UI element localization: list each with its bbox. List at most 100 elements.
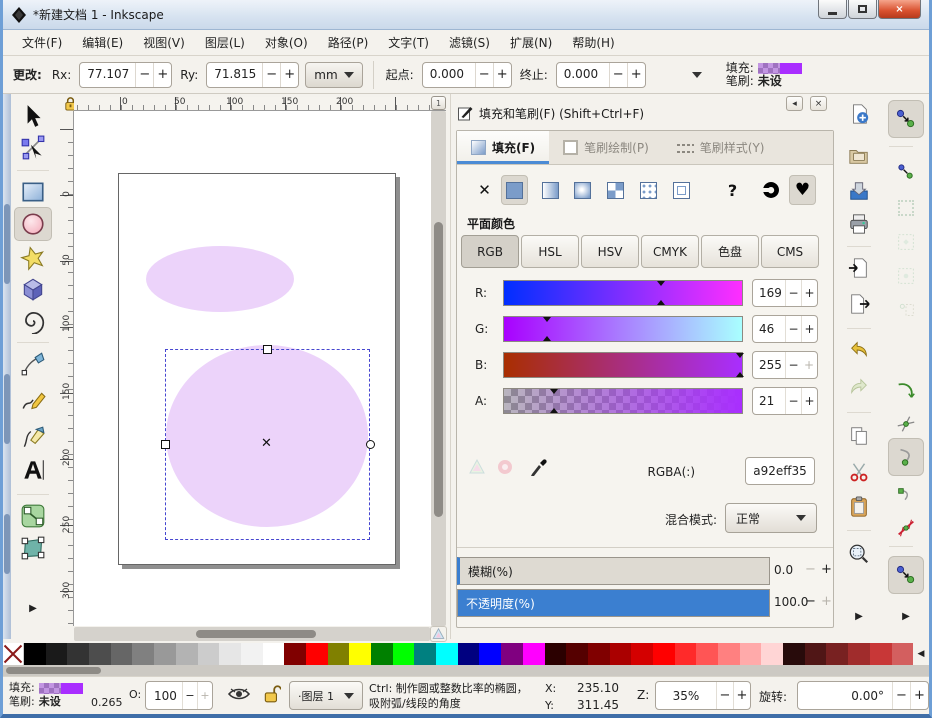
palette-swatch[interactable] bbox=[588, 643, 610, 665]
right-arc-handle[interactable] bbox=[366, 440, 375, 449]
menu-text[interactable]: 文字(T) bbox=[379, 31, 438, 54]
node-editor-tool-button[interactable] bbox=[17, 134, 49, 162]
menu-file[interactable]: 文件(F) bbox=[13, 31, 71, 54]
panel-dock-button[interactable]: ◂ bbox=[786, 96, 803, 111]
palette-swatch[interactable] bbox=[89, 643, 111, 665]
palette-swatch[interactable] bbox=[24, 643, 46, 665]
ellipse-tool-button[interactable] bbox=[14, 207, 52, 241]
rgba-input[interactable]: a92eff35 bbox=[745, 457, 815, 485]
green-spinbox[interactable]: 46 − + bbox=[752, 315, 818, 343]
snap-bbox-corners-button[interactable] bbox=[889, 226, 923, 258]
commands-overflow-button[interactable]: ▶ bbox=[845, 608, 873, 624]
palette-scrollbar[interactable] bbox=[3, 665, 929, 676]
rectangle-tool-button[interactable] bbox=[17, 178, 49, 206]
blend-mode-dropdown[interactable]: 正常 bbox=[725, 503, 817, 533]
flat-color-button[interactable] bbox=[501, 175, 528, 205]
spiral-tool-button[interactable] bbox=[17, 307, 49, 335]
palette-scroll-left-button[interactable]: ◀ bbox=[913, 643, 929, 665]
toolbox-scrollbar[interactable] bbox=[3, 94, 11, 639]
green-value[interactable]: 46 bbox=[753, 316, 785, 342]
snap-bbox-button[interactable] bbox=[889, 156, 923, 188]
blur-plus-button[interactable]: + bbox=[819, 562, 834, 577]
blue-minus-button[interactable]: − bbox=[785, 352, 801, 378]
text-tool-button[interactable] bbox=[17, 456, 49, 484]
tab-stroke-paint[interactable]: 笔刷绘制(P) bbox=[549, 131, 663, 164]
menu-edit[interactable]: 编辑(E) bbox=[73, 31, 132, 54]
pencil-tool-button[interactable] bbox=[17, 388, 49, 416]
rotation-plus-button[interactable]: + bbox=[910, 682, 928, 709]
color-gamut-icon[interactable] bbox=[467, 457, 487, 477]
slider-marker[interactable] bbox=[736, 372, 744, 377]
snap-bbox-edges-button[interactable] bbox=[889, 192, 923, 224]
palette-swatch[interactable] bbox=[154, 643, 176, 665]
ry-value[interactable]: 71.815 bbox=[207, 63, 262, 87]
start-minus-button[interactable]: − bbox=[475, 63, 493, 87]
palette-swatch[interactable] bbox=[696, 643, 718, 665]
slider-marker[interactable] bbox=[550, 389, 558, 394]
snap-line-midpoints-button[interactable] bbox=[889, 512, 923, 544]
slider-marker[interactable] bbox=[657, 300, 665, 305]
red-spinbox[interactable]: 169 − + bbox=[752, 279, 818, 307]
snap-smooth-nodes-button[interactable] bbox=[889, 480, 923, 512]
tab-stroke-style[interactable]: 笔刷样式(Y) bbox=[663, 131, 779, 164]
zoom-spinbox[interactable]: 35% − + bbox=[655, 681, 751, 710]
unknown-paint-button[interactable] bbox=[668, 175, 695, 205]
object-opacity-value[interactable]: 100 bbox=[146, 682, 182, 709]
blue-slider[interactable] bbox=[503, 352, 743, 378]
close-button[interactable]: × bbox=[878, 0, 921, 19]
palette-swatch[interactable] bbox=[414, 643, 436, 665]
palette-swatch[interactable] bbox=[610, 643, 632, 665]
zoom-value[interactable]: 35% bbox=[656, 682, 716, 709]
opacity-minus-button[interactable]: − bbox=[182, 682, 197, 709]
rotation-minus-button[interactable]: − bbox=[892, 682, 910, 709]
blue-value[interactable]: 255 bbox=[753, 352, 785, 378]
end-plus-button[interactable]: + bbox=[627, 63, 645, 87]
cut-button[interactable] bbox=[845, 458, 873, 486]
center-mark[interactable]: ✕ bbox=[261, 436, 272, 451]
palette-swatch[interactable] bbox=[545, 643, 567, 665]
alpha-spinbox[interactable]: 21 − + bbox=[752, 387, 818, 415]
slider-marker[interactable] bbox=[550, 408, 558, 413]
export-button[interactable] bbox=[845, 290, 873, 318]
selector-tool-button[interactable] bbox=[17, 102, 49, 130]
panel-close-button[interactable]: × bbox=[810, 96, 827, 111]
palette-swatch[interactable] bbox=[198, 643, 220, 665]
rx-plus-button[interactable]: + bbox=[153, 63, 171, 87]
menu-path[interactable]: 路径(P) bbox=[319, 31, 378, 54]
ellipse-shape[interactable] bbox=[146, 246, 294, 312]
fill-rule-evenodd-button[interactable] bbox=[757, 175, 784, 205]
green-plus-button[interactable]: + bbox=[801, 316, 817, 342]
box3d-tool-button[interactable] bbox=[17, 275, 49, 303]
palette-swatch[interactable] bbox=[740, 643, 762, 665]
green-slider[interactable] bbox=[503, 316, 743, 342]
save-document-button[interactable] bbox=[845, 177, 873, 205]
palette-swatch[interactable] bbox=[306, 643, 328, 665]
radial-gradient-button[interactable] bbox=[569, 175, 596, 205]
red-plus-button[interactable]: + bbox=[801, 280, 817, 306]
rx-minus-button[interactable]: − bbox=[135, 63, 153, 87]
status-stroke-value[interactable]: 未设 bbox=[39, 695, 61, 709]
drawing-canvas[interactable]: ✕ bbox=[74, 111, 431, 626]
palette-swatch[interactable] bbox=[718, 643, 740, 665]
palette-swatch[interactable] bbox=[263, 643, 285, 665]
opacity-plus-button[interactable]: + bbox=[819, 594, 834, 609]
alpha-plus-button[interactable]: + bbox=[801, 388, 817, 414]
object-opacity-spinbox[interactable]: 100 − + bbox=[145, 681, 213, 710]
palette-swatch[interactable] bbox=[761, 643, 783, 665]
snap-nodes-button[interactable] bbox=[888, 438, 924, 476]
tab-wheel[interactable]: 色盘 bbox=[701, 235, 759, 268]
menu-object[interactable]: 对象(O) bbox=[256, 31, 317, 54]
sticky-zoom-button[interactable]: 1 bbox=[431, 96, 446, 110]
palette-swatch[interactable] bbox=[132, 643, 154, 665]
palette-swatch[interactable] bbox=[892, 643, 914, 665]
palette-swatch[interactable] bbox=[371, 643, 393, 665]
snap-path-intersections-button[interactable] bbox=[889, 408, 923, 440]
stroke-width-value[interactable]: 0.265 bbox=[91, 696, 123, 709]
alpha-value[interactable]: 21 bbox=[753, 388, 785, 414]
menu-filters[interactable]: 滤镜(S) bbox=[440, 31, 499, 54]
red-slider[interactable] bbox=[503, 280, 743, 306]
palette-swatch[interactable] bbox=[436, 643, 458, 665]
toolbar-overflow-arrow-icon[interactable] bbox=[692, 72, 702, 78]
gradient-tool-button[interactable] bbox=[17, 534, 49, 562]
palette-swatch[interactable] bbox=[67, 643, 89, 665]
